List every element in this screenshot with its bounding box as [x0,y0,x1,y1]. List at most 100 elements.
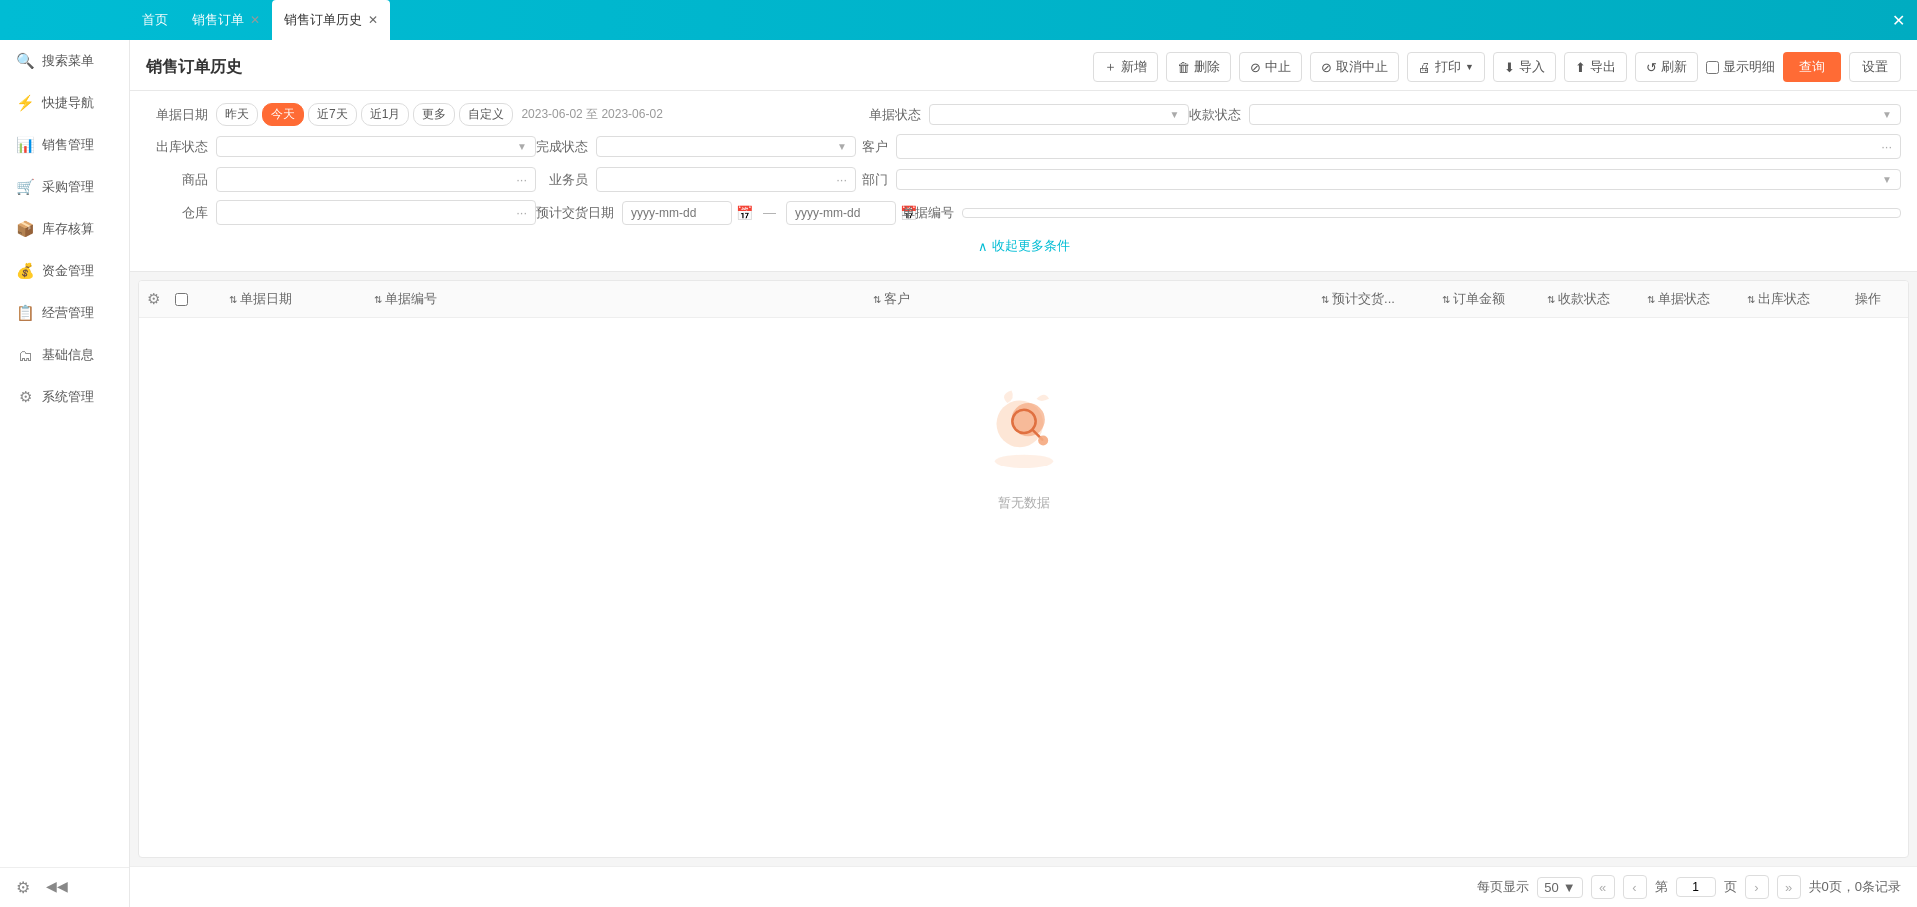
tab-sales-order[interactable]: 销售订单 ✕ [180,0,272,40]
print-arrow-icon: ▼ [1465,62,1474,72]
th-number-label: 单据编号 [385,290,437,308]
order-status-label: 单据状态 [869,106,929,124]
complete-status-select[interactable]: ▼ [596,136,856,157]
tab-sales-order-label: 销售订单 [192,11,244,29]
collapse-bar[interactable]: ∧ 收起更多条件 [974,233,1074,259]
warehouse-dots[interactable]: ··· [516,205,527,220]
th-payment[interactable]: ⇅ 收款状态 [1528,290,1628,308]
date-btn-7days[interactable]: 近7天 [308,103,357,126]
delivery-date-to[interactable] [786,201,896,225]
salesperson-dots[interactable]: ··· [836,172,847,187]
th-date-icon: ⇅ [229,294,237,305]
settings-button[interactable]: 设置 [1849,52,1901,82]
department-label: 部门 [856,171,896,189]
prev-page-button[interactable]: ‹ [1623,875,1647,899]
refresh-button[interactable]: ↺ 刷新 [1635,52,1698,82]
import-label: 导入 [1519,58,1545,76]
sidebar-item-quick-nav[interactable]: ⚡ 快捷导航 [0,82,129,124]
date-buttons: 昨天 今天 近7天 近1月 更多 自定义 [216,103,513,126]
customer-label: 客户 [856,138,896,156]
cancel-stop-icon: ⊘ [1321,60,1332,75]
export-button[interactable]: ⬆ 导出 [1564,52,1627,82]
svg-point-5 [1038,436,1048,446]
product-select[interactable]: ··· [216,167,536,192]
empty-illustration [974,378,1074,478]
complete-status-label: 完成状态 [536,138,596,156]
th-out-status-label: 出库状态 [1758,290,1810,308]
top-bar: 首页 销售订单 ✕ 销售订单历史 ✕ ✕ [0,0,1917,40]
sidebar-collapse-icon[interactable]: ◀◀ [46,878,68,897]
tab-sales-order-history[interactable]: 销售订单历史 ✕ [272,0,390,40]
date-btn-today[interactable]: 今天 [262,103,304,126]
order-status-arrow-icon: ▼ [1170,109,1180,120]
payment-status-select[interactable]: ▼ [1249,104,1902,125]
collapse-row: ∧ 收起更多条件 [146,233,1901,259]
page-number-input[interactable] [1676,877,1716,897]
tab-sales-order-history-close[interactable]: ✕ [368,13,378,27]
order-no-input[interactable] [962,208,1901,218]
sidebar-item-operations-mgmt[interactable]: 📋 经营管理 [0,292,129,334]
display-toggle[interactable]: 显示明细 [1706,58,1775,76]
calendar-icon-from[interactable]: 📅 [736,205,753,221]
next-page-button[interactable]: › [1745,875,1769,899]
table-settings-icon[interactable]: ⚙ [139,285,167,313]
department-select[interactable]: ▼ [896,169,1901,190]
date-btn-1month[interactable]: 近1月 [361,103,410,126]
filter-area: 单据日期 昨天 今天 近7天 近1月 更多 自定义 2023-06-02 至 2… [130,91,1917,272]
date-range-text: 2023-06-02 至 2023-06-02 [521,106,662,123]
topbar-right: ✕ [1892,11,1917,30]
tab-sales-order-close[interactable]: ✕ [250,13,260,27]
warehouse-label: 仓库 [146,204,216,222]
cancel-stop-button[interactable]: ⊘ 取消中止 [1310,52,1399,82]
product-dots[interactable]: ··· [516,172,527,187]
th-delivery[interactable]: ⇅ 预计交货... [1298,290,1418,308]
page-size-select[interactable]: 50 ▼ [1537,877,1582,898]
th-date[interactable]: ⇅ 单据日期 [195,290,325,308]
th-delivery-label: 预计交货... [1332,290,1395,308]
sidebar-settings-icon[interactable]: ⚙ [16,878,30,897]
sidebar-item-sales-mgmt-label: 销售管理 [42,136,94,154]
date-btn-more[interactable]: 更多 [413,103,455,126]
sales-mgmt-icon: 📊 [16,136,34,154]
th-customer-label: 客户 [884,290,910,308]
date-btn-custom[interactable]: 自定义 [459,103,513,126]
query-button[interactable]: 查询 [1783,52,1841,82]
warehouse-control: ··· [216,200,536,225]
sidebar-item-inventory-calc[interactable]: 📦 库存核算 [0,208,129,250]
import-button[interactable]: ⬇ 导入 [1493,52,1556,82]
order-status-select[interactable]: ▼ [929,104,1189,125]
th-status-label: 单据状态 [1658,290,1710,308]
customer-dots[interactable]: ··· [1881,139,1892,154]
page-title: 销售订单历史 [146,57,1093,78]
th-customer[interactable]: ⇅ 客户 [485,290,1298,308]
sidebar-item-search-menu[interactable]: 🔍 搜索菜单 [0,40,129,82]
th-payment-label: 收款状态 [1558,290,1610,308]
sidebar-item-sales-mgmt[interactable]: 📊 销售管理 [0,124,129,166]
customer-select[interactable]: ··· [896,134,1901,159]
close-window-icon[interactable]: ✕ [1892,11,1905,30]
th-out-status[interactable]: ⇅ 出库状态 [1728,290,1828,308]
stop-button[interactable]: ⊘ 中止 [1239,52,1302,82]
delete-button[interactable]: 🗑 删除 [1166,52,1231,82]
last-page-button[interactable]: » [1777,875,1801,899]
out-status-select[interactable]: ▼ [216,136,536,157]
delivery-date-from[interactable] [622,201,732,225]
th-amount[interactable]: ⇅ 订单金额 [1418,290,1528,308]
sidebar-item-purchase-mgmt[interactable]: 🛒 采购管理 [0,166,129,208]
date-btn-yesterday[interactable]: 昨天 [216,103,258,126]
warehouse-select[interactable]: ··· [216,200,536,225]
stop-label: 中止 [1265,58,1291,76]
first-page-button[interactable]: « [1591,875,1615,899]
sidebar-item-basic-info[interactable]: 🗂 基础信息 [0,334,129,376]
new-button[interactable]: ＋ 新增 [1093,52,1158,82]
sidebar-item-system-mgmt[interactable]: ⚙ 系统管理 [0,376,129,418]
sidebar-item-finance-mgmt[interactable]: 💰 资金管理 [0,250,129,292]
salesperson-select[interactable]: ··· [596,167,856,192]
th-number[interactable]: ⇅ 单据编号 [325,290,485,308]
product-control: ··· [216,167,536,192]
th-status[interactable]: ⇅ 单据状态 [1628,290,1728,308]
display-toggle-checkbox[interactable] [1706,61,1719,74]
select-all-checkbox[interactable] [175,293,188,306]
tab-home[interactable]: 首页 [130,0,180,40]
print-button[interactable]: 🖨 打印 ▼ [1407,52,1485,82]
